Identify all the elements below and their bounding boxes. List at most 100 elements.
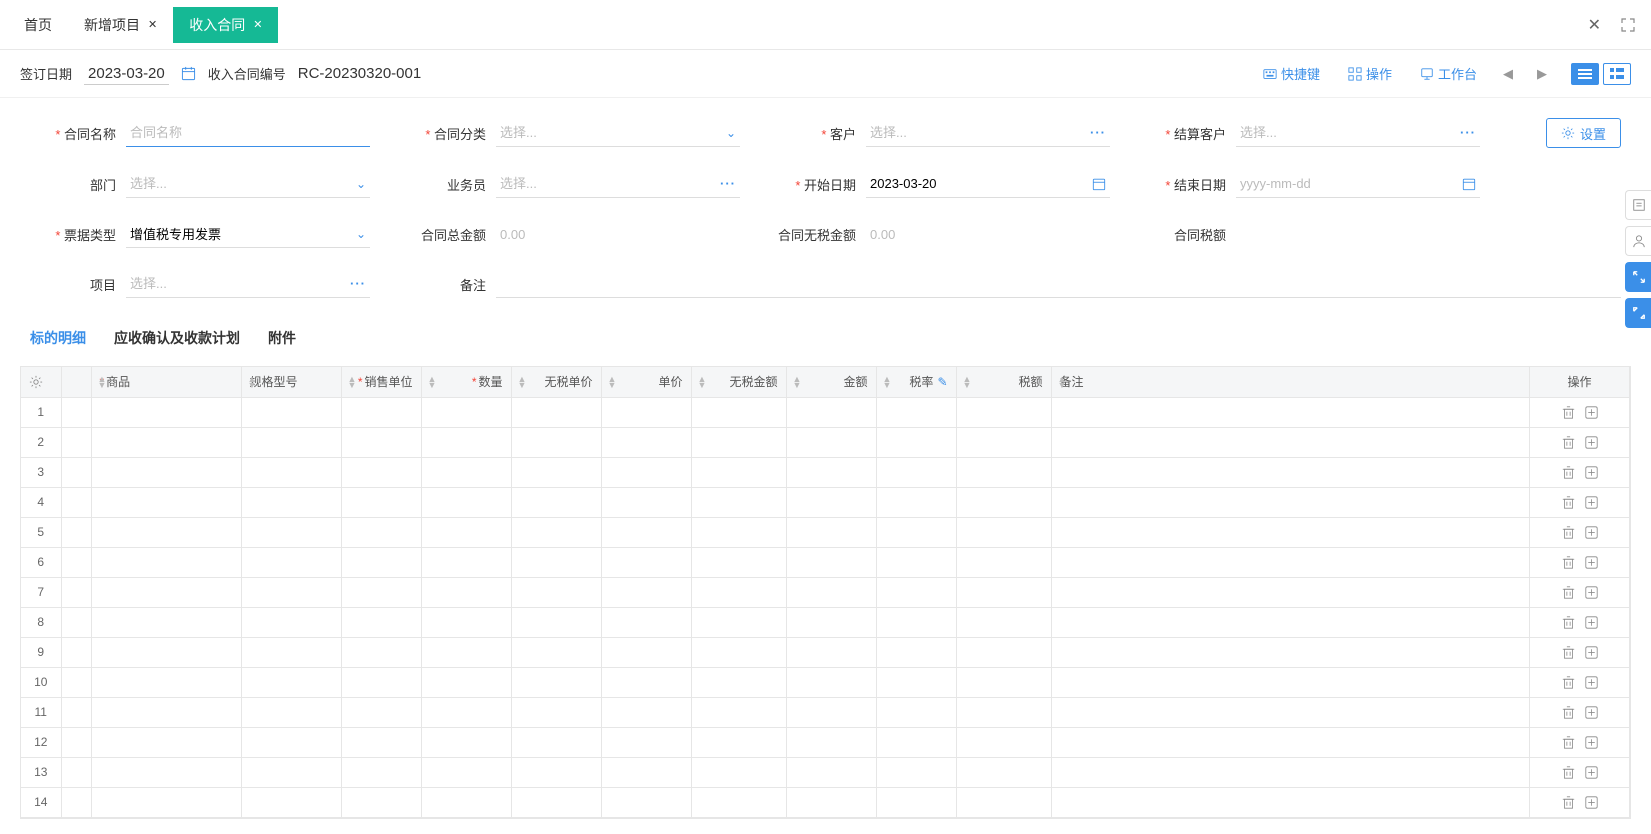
sort-icon[interactable]: ▲▼ (518, 376, 527, 388)
cell-notax-price[interactable] (511, 757, 601, 787)
add-row-icon[interactable] (1585, 586, 1598, 599)
delete-icon[interactable] (1562, 766, 1575, 779)
cell-tax-rate[interactable] (876, 697, 956, 727)
notax-amount-input[interactable] (866, 220, 1110, 248)
cell-qty[interactable] (421, 697, 511, 727)
cell-tax[interactable] (956, 487, 1051, 517)
cell-product[interactable] (91, 697, 241, 727)
table-row[interactable]: 11 (21, 697, 1630, 727)
cell-remark[interactable] (1051, 697, 1530, 727)
settle-customer-select[interactable] (1236, 119, 1480, 147)
cell-notax-price[interactable] (511, 517, 601, 547)
add-row-icon[interactable] (1585, 466, 1598, 479)
delete-icon[interactable] (1562, 526, 1575, 539)
cell-sale-unit[interactable] (341, 547, 421, 577)
delete-icon[interactable] (1562, 706, 1575, 719)
cell-remark[interactable] (1051, 607, 1530, 637)
cell-notax-price[interactable] (511, 787, 601, 817)
lookup-icon[interactable]: ··· (720, 176, 736, 191)
cell-notax-amount[interactable] (691, 787, 786, 817)
cell-remark[interactable] (1051, 757, 1530, 787)
dept-select[interactable] (126, 170, 370, 198)
cell-sale-unit[interactable] (341, 397, 421, 427)
table-row[interactable]: 9 (21, 637, 1630, 667)
cell-tax[interactable] (956, 727, 1051, 757)
cell-notax-amount[interactable] (691, 517, 786, 547)
cell-tax[interactable] (956, 787, 1051, 817)
tab-home[interactable]: 首页 (8, 7, 68, 43)
cell-price[interactable] (601, 397, 691, 427)
col-notax-price[interactable]: ▲▼无税单价 (511, 367, 601, 397)
cell-tax[interactable] (956, 637, 1051, 667)
delete-icon[interactable] (1562, 586, 1575, 599)
sort-icon[interactable]: ▲▼ (348, 376, 357, 388)
cell-tax-rate[interactable] (876, 757, 956, 787)
total-amount-input[interactable] (496, 220, 740, 248)
tab-new-project[interactable]: 新增项目 ✕ (68, 7, 173, 43)
cell-sale-unit[interactable] (341, 577, 421, 607)
lookup-icon[interactable]: ··· (1090, 125, 1106, 140)
cell-qty[interactable] (421, 427, 511, 457)
cell-price[interactable] (601, 427, 691, 457)
remark-input[interactable] (496, 270, 1621, 298)
subtab-attachment[interactable]: 附件 (268, 320, 296, 356)
cell-amount[interactable] (786, 607, 876, 637)
cell-tax-rate[interactable] (876, 727, 956, 757)
close-icon[interactable]: ✕ (253, 18, 262, 31)
cell-tax[interactable] (956, 397, 1051, 427)
cell-price[interactable] (601, 637, 691, 667)
col-product[interactable]: ▲▼*商品 (91, 367, 241, 397)
cell-notax-amount[interactable] (691, 577, 786, 607)
cell-product[interactable] (91, 787, 241, 817)
add-row-icon[interactable] (1585, 556, 1598, 569)
table-row[interactable]: 10 (21, 667, 1630, 697)
cell-price[interactable] (601, 517, 691, 547)
table-row[interactable]: 7 (21, 577, 1630, 607)
sort-icon[interactable]: ▲▼ (883, 376, 892, 388)
col-amount[interactable]: ▲▼金额 (786, 367, 876, 397)
cell-tax-rate[interactable] (876, 397, 956, 427)
cell-qty[interactable] (421, 397, 511, 427)
add-row-icon[interactable] (1585, 616, 1598, 629)
delete-icon[interactable] (1562, 406, 1575, 419)
cell-price[interactable] (601, 487, 691, 517)
cell-qty[interactable] (421, 457, 511, 487)
table-row[interactable]: 2 (21, 427, 1630, 457)
cell-product[interactable] (91, 547, 241, 577)
table-row[interactable]: 1 (21, 397, 1630, 427)
cell-product[interactable] (91, 667, 241, 697)
cell-spec[interactable] (241, 667, 341, 697)
cell-qty[interactable] (421, 727, 511, 757)
subtab-detail[interactable]: 标的明细 (30, 320, 86, 356)
sort-icon[interactable]: ▲▼ (793, 376, 802, 388)
expand-in-icon[interactable] (1625, 262, 1651, 292)
col-sale-unit[interactable]: ▲▼*销售单位 (341, 367, 421, 397)
cell-spec[interactable] (241, 727, 341, 757)
cell-amount[interactable] (786, 727, 876, 757)
cell-notax-amount[interactable] (691, 397, 786, 427)
cell-product[interactable] (91, 757, 241, 787)
table-row[interactable]: 12 (21, 727, 1630, 757)
cell-notax-amount[interactable] (691, 637, 786, 667)
cell-amount[interactable] (786, 517, 876, 547)
cell-remark[interactable] (1051, 637, 1530, 667)
lookup-icon[interactable]: ··· (1460, 125, 1476, 140)
cell-product[interactable] (91, 517, 241, 547)
cell-sale-unit[interactable] (341, 667, 421, 697)
cell-tax[interactable] (956, 547, 1051, 577)
next-icon[interactable]: ▶ (1531, 62, 1553, 86)
cell-price[interactable] (601, 607, 691, 637)
window-close-icon[interactable]: ✕ (1576, 15, 1613, 35)
add-row-icon[interactable] (1585, 406, 1598, 419)
note-icon[interactable] (1625, 190, 1651, 220)
start-date-input[interactable] (866, 170, 1110, 198)
table-row[interactable]: 8 (21, 607, 1630, 637)
table-row[interactable]: 3 (21, 457, 1630, 487)
cell-sale-unit[interactable] (341, 487, 421, 517)
cell-tax[interactable] (956, 427, 1051, 457)
expand-icon[interactable] (1613, 18, 1643, 32)
cell-notax-amount[interactable] (691, 457, 786, 487)
cell-qty[interactable] (421, 787, 511, 817)
cell-tax-rate[interactable] (876, 457, 956, 487)
sort-icon[interactable]: ▲▼ (963, 376, 972, 388)
